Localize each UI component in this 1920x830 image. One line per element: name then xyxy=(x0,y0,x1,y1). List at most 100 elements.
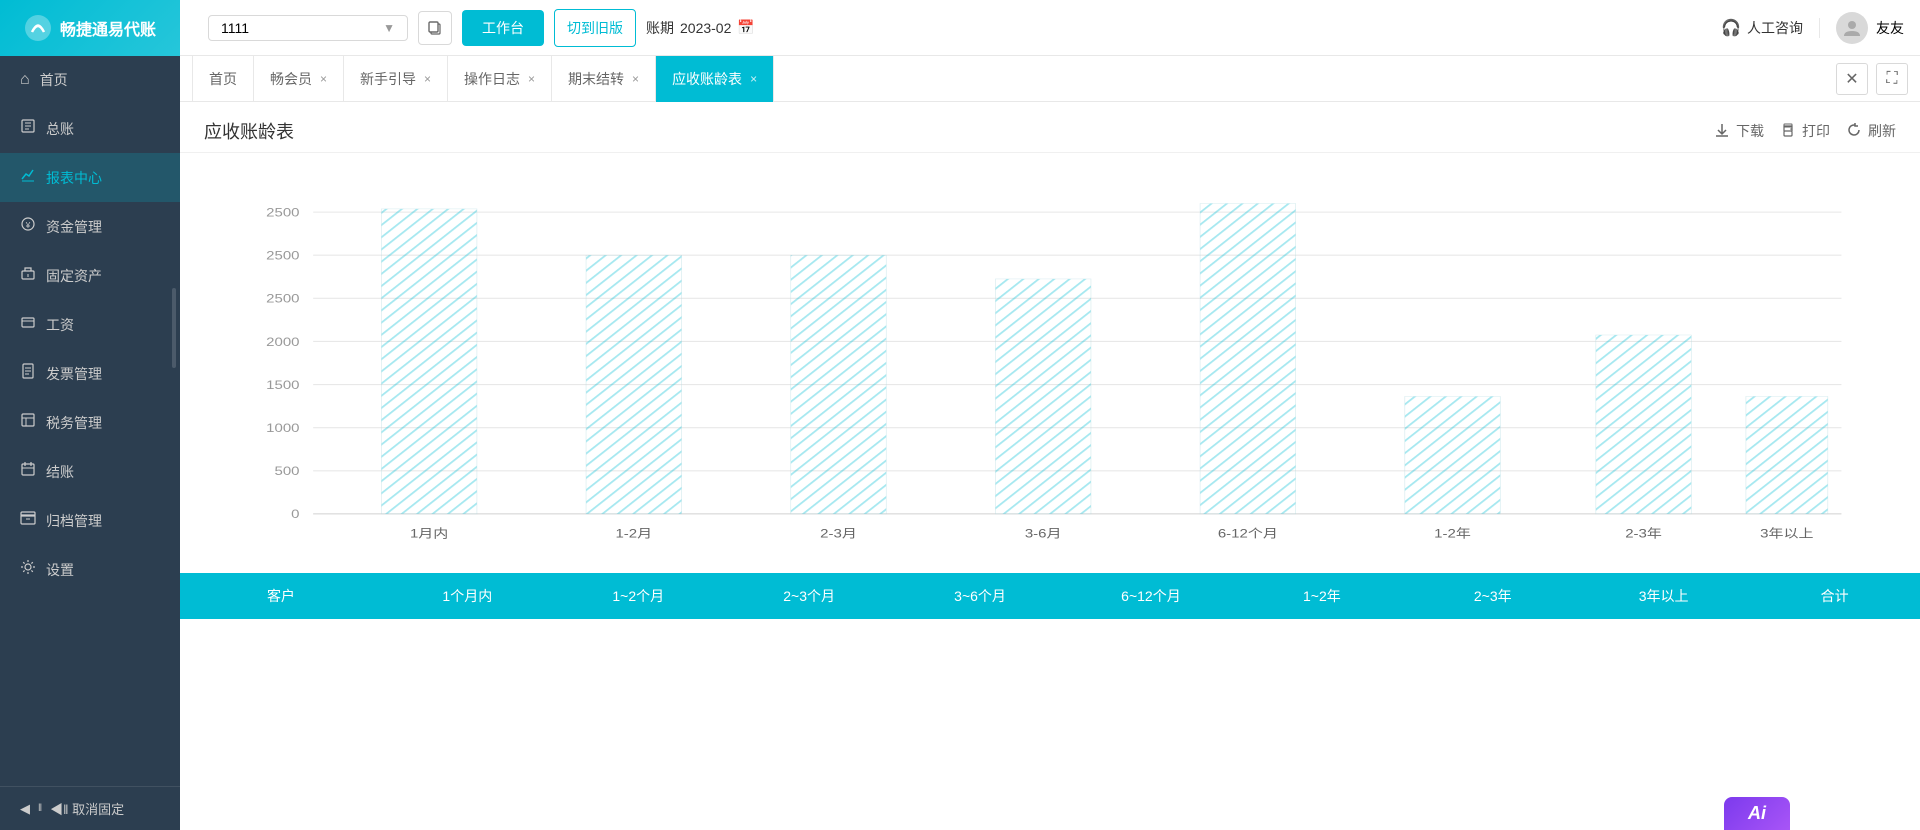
ledger-icon xyxy=(20,118,36,139)
page-actions: 下载 打印 xyxy=(1714,121,1896,141)
sidebar-label-reports: 报表中心 xyxy=(46,168,102,188)
col-2-3y-label: 2~3年 xyxy=(1474,588,1512,604)
consultation-btn[interactable]: 🎧 人工咨询 xyxy=(1721,18,1803,38)
sidebar-item-assets[interactable]: 固定资产 xyxy=(0,251,180,300)
sidebar-item-archive[interactable]: 归档管理 xyxy=(0,496,180,545)
tab-ar-aging[interactable]: 应收账龄表 × xyxy=(656,56,774,102)
svg-text:1月内: 1月内 xyxy=(410,527,448,540)
col-1-2m-label: 1~2个月 xyxy=(612,588,664,604)
chart-container: 2500 2500 2500 2000 1500 1000 500 0 xyxy=(180,153,1920,573)
print-button[interactable]: 打印 xyxy=(1780,121,1830,141)
copy-button[interactable] xyxy=(418,11,452,45)
tab-member[interactable]: 畅会员 × xyxy=(254,56,344,102)
col-6-12m: 6~12个月 xyxy=(1066,586,1237,606)
sidebar-label-tax: 税务管理 xyxy=(46,413,102,433)
print-icon xyxy=(1780,122,1796,141)
tab-ar-aging-label: 应收账龄表 xyxy=(672,69,742,89)
tab-oplog[interactable]: 操作日志 × xyxy=(448,56,552,102)
close-period-icon xyxy=(20,461,36,482)
download-label: 下载 xyxy=(1736,121,1764,141)
consultation-label: 人工咨询 xyxy=(1747,18,1803,38)
sidebar-label-close: 结账 xyxy=(46,462,74,482)
sidebar-unpin-button[interactable]: ◀ ‖ ◀‖ 取消固定 xyxy=(0,786,180,830)
sidebar-label-settings: 设置 xyxy=(46,560,74,580)
bar-2-3年 xyxy=(1596,335,1692,514)
col-2-3m: 2~3个月 xyxy=(724,586,895,606)
sidebar-item-close[interactable]: 结账 xyxy=(0,447,180,496)
col-total-label: 合计 xyxy=(1821,588,1849,604)
header-divider xyxy=(1819,18,1820,38)
user-info[interactable]: 友友 xyxy=(1836,12,1904,44)
home-icon: ⌂ xyxy=(20,71,30,89)
sidebar-item-reports[interactable]: 报表中心 xyxy=(0,153,180,202)
tab-period-close-btn[interactable]: × xyxy=(632,72,639,86)
page-title: 应收账龄表 xyxy=(204,118,294,144)
col-3y-plus-label: 3年以上 xyxy=(1639,588,1689,604)
download-button[interactable]: 下载 xyxy=(1714,121,1764,141)
tax-icon xyxy=(20,412,36,433)
col-6-12m-label: 6~12个月 xyxy=(1121,588,1181,604)
col-3-6m-label: 3~6个月 xyxy=(954,588,1006,604)
sidebar-item-funds[interactable]: ¥ 资金管理 xyxy=(0,202,180,251)
logo-text: 畅捷通易代账 xyxy=(60,16,156,40)
svg-text:2000: 2000 xyxy=(266,335,299,348)
col-3-6m: 3~6个月 xyxy=(895,586,1066,606)
switch-old-button[interactable]: 切到旧版 xyxy=(554,9,636,47)
sidebar-item-ledger[interactable]: 总账 xyxy=(0,104,180,153)
workspace-button[interactable]: 工作台 xyxy=(462,10,544,46)
tab-guide-label: 新手引导 xyxy=(360,69,416,89)
sidebar-label-home: 首页 xyxy=(40,70,68,90)
tab-ar-aging-close[interactable]: × xyxy=(750,72,757,86)
archive-icon xyxy=(20,510,36,531)
svg-text:¥: ¥ xyxy=(25,221,31,230)
period-info: 账期 2023-02 📅 xyxy=(646,18,755,38)
sidebar-label-funds: 资金管理 xyxy=(46,217,102,237)
col-1-2y: 1~2年 xyxy=(1236,586,1407,606)
logo-area: 畅捷通易代账 xyxy=(0,0,180,56)
sidebar-label-ledger: 总账 xyxy=(46,119,74,139)
tab-home[interactable]: 首页 xyxy=(192,56,254,102)
sidebar-item-salary[interactable]: 工资 xyxy=(0,300,180,349)
tab-guide-close[interactable]: × xyxy=(424,72,431,86)
col-1m-label: 1个月内 xyxy=(442,588,492,604)
sidebar-item-settings[interactable]: 设置 xyxy=(0,545,180,594)
col-2-3m-label: 2~3个月 xyxy=(783,588,835,604)
period-value: 2023-02 xyxy=(680,20,731,36)
svg-text:1500: 1500 xyxy=(266,378,299,391)
tab-actions: ✕ ⛶ xyxy=(1836,63,1908,95)
col-customer: 客户 xyxy=(180,586,382,606)
sidebar-item-home[interactable]: ⌂ 首页 xyxy=(0,56,180,104)
refresh-label: 刷新 xyxy=(1868,121,1896,141)
tab-member-close[interactable]: × xyxy=(320,72,327,86)
header-right: 🎧 人工咨询 友友 xyxy=(1721,12,1904,44)
print-label: 打印 xyxy=(1802,121,1830,141)
tab-period-close[interactable]: 期末结转 × xyxy=(552,56,656,102)
sidebar-item-tax[interactable]: 税务管理 xyxy=(0,398,180,447)
svg-text:2-3年: 2-3年 xyxy=(1625,527,1662,540)
sidebar-label-assets: 固定资产 xyxy=(46,266,102,286)
sidebar: ⌂ 首页 总账 xyxy=(0,56,180,830)
tab-oplog-close[interactable]: × xyxy=(528,72,535,86)
col-customer-label: 客户 xyxy=(267,588,295,604)
refresh-icon xyxy=(1846,122,1862,141)
close-all-tabs-button[interactable]: ✕ xyxy=(1836,63,1868,95)
settings-icon xyxy=(20,559,36,580)
unpin-label: ◀‖ 取消固定 xyxy=(50,799,124,818)
funds-icon: ¥ xyxy=(20,216,36,237)
ai-badge[interactable]: Ai xyxy=(1724,797,1790,830)
salary-icon xyxy=(20,314,36,335)
calendar-icon[interactable]: 📅 xyxy=(737,19,754,36)
table-header: 客户 1个月内 1~2个月 2~3个月 3~6个月 6~12 xyxy=(180,573,1920,619)
sidebar-label-archive: 归档管理 xyxy=(46,511,102,531)
refresh-button[interactable]: 刷新 xyxy=(1846,121,1896,141)
tab-guide[interactable]: 新手引导 × xyxy=(344,56,448,102)
bar-2-3月 xyxy=(791,255,887,514)
period-label: 账期 xyxy=(646,18,674,38)
sidebar-item-invoice[interactable]: 发票管理 xyxy=(0,349,180,398)
svg-text:3年以上: 3年以上 xyxy=(1760,527,1813,540)
top-header: 畅捷通易代账 1111 ▼ 工作台 切到旧版 账期 2023-02 📅 xyxy=(0,0,1920,56)
expand-tabs-button[interactable]: ⛶ xyxy=(1876,63,1908,95)
col-1-2y-label: 1~2年 xyxy=(1303,588,1341,604)
company-selector[interactable]: 1111 ▼ xyxy=(208,15,408,41)
bar-6-12月 xyxy=(1200,203,1296,513)
